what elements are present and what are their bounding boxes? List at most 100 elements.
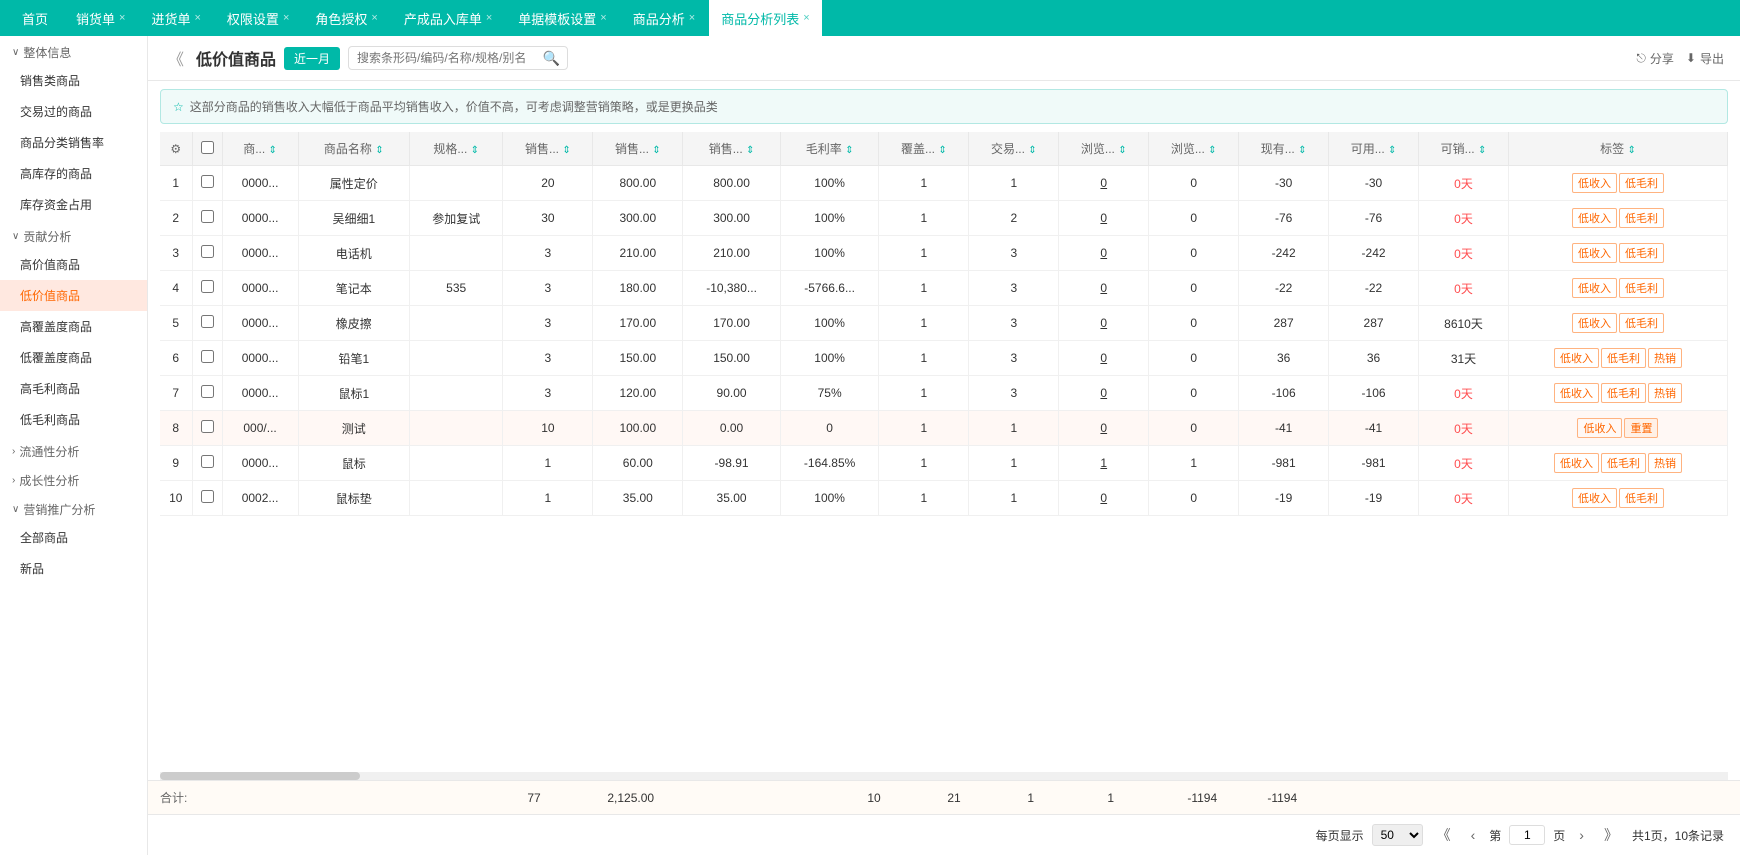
view-link[interactable]: 0 (1100, 316, 1107, 330)
nav-home[interactable]: 首页 (8, 0, 62, 36)
sidebar-item-high-coverage[interactable]: 高覆盖度商品 (0, 311, 147, 342)
sidebar-group-marketing[interactable]: ∨ 营销推广分析 (0, 493, 147, 522)
view-link[interactable]: 0 (1100, 421, 1107, 435)
row-checkbox[interactable] (201, 245, 214, 258)
sidebar-item-stock-capital[interactable]: 库存资金占用 (0, 189, 147, 220)
cell-view1[interactable]: 0 (1059, 236, 1149, 271)
cell-checkbox[interactable] (192, 201, 222, 236)
close-icon[interactable]: × (283, 12, 289, 24)
cell-view1[interactable]: 0 (1059, 201, 1149, 236)
cell-view1[interactable]: 0 (1059, 481, 1149, 516)
cell-view1[interactable]: 0 (1059, 166, 1149, 201)
th-code[interactable]: 商... ⇕ (222, 132, 298, 166)
row-checkbox[interactable] (201, 315, 214, 328)
close-icon[interactable]: × (119, 12, 125, 24)
cell-view1[interactable]: 0 (1059, 306, 1149, 341)
sidebar-group-contribution[interactable]: ∨ 贡献分析 (0, 220, 147, 249)
period-button[interactable]: 近一月 (284, 47, 340, 70)
th-view1[interactable]: 浏览... ⇕ (1059, 132, 1149, 166)
cell-checkbox[interactable] (192, 376, 222, 411)
cell-checkbox[interactable] (192, 306, 222, 341)
row-checkbox[interactable] (201, 455, 214, 468)
th-qty[interactable]: 销售... ⇕ (503, 132, 593, 166)
th-trade[interactable]: 交易... ⇕ (969, 132, 1059, 166)
sidebar-group-growth[interactable]: › 成长性分析 (0, 464, 147, 493)
sidebar-item-high-stock[interactable]: 高库存的商品 (0, 158, 147, 189)
cell-checkbox[interactable] (192, 236, 222, 271)
sidebar-group-flow[interactable]: › 流通性分析 (0, 435, 147, 464)
nav-tab-products[interactable]: 产成品入库单 × (392, 0, 504, 36)
row-checkbox[interactable] (201, 210, 214, 223)
nav-tab-sales[interactable]: 销货单 × (64, 0, 137, 36)
th-avg[interactable]: 销售... ⇕ (683, 132, 781, 166)
first-page-button[interactable]: 《 (1431, 823, 1457, 847)
share-button[interactable]: ⎋ 分享 (1636, 50, 1674, 67)
sidebar-item-high-value[interactable]: 高价值商品 (0, 249, 147, 280)
export-button[interactable]: ⬇ 导出 (1686, 50, 1724, 67)
row-checkbox[interactable] (201, 385, 214, 398)
cell-view1[interactable]: 0 (1059, 411, 1149, 446)
th-spec[interactable]: 规格... ⇕ (409, 132, 502, 166)
cell-view1[interactable]: 0 (1059, 341, 1149, 376)
close-icon[interactable]: × (803, 12, 809, 24)
view-link[interactable]: 0 (1100, 176, 1107, 190)
row-checkbox[interactable] (201, 490, 214, 503)
th-amt[interactable]: 销售... ⇕ (593, 132, 683, 166)
view-link[interactable]: 0 (1100, 351, 1107, 365)
row-checkbox[interactable] (201, 280, 214, 293)
sidebar-collapse-button[interactable]: 《 (164, 46, 188, 70)
horizontal-scrollbar[interactable] (160, 772, 1728, 780)
sidebar-item-all-goods[interactable]: 全部商品 (0, 522, 147, 553)
cell-checkbox[interactable] (192, 271, 222, 306)
th-avail[interactable]: 可用... ⇕ (1329, 132, 1419, 166)
close-icon[interactable]: × (689, 12, 695, 24)
cell-view1[interactable]: 0 (1059, 271, 1149, 306)
sidebar-item-high-profit[interactable]: 高毛利商品 (0, 373, 147, 404)
scrollbar-thumb[interactable] (160, 772, 360, 780)
close-icon[interactable]: × (486, 12, 492, 24)
close-icon[interactable]: × (371, 12, 377, 24)
nav-tab-analysis[interactable]: 商品分析 × (621, 0, 707, 36)
cell-checkbox[interactable] (192, 446, 222, 481)
nav-tab-permissions[interactable]: 权限设置 × (215, 0, 301, 36)
th-stock[interactable]: 现有... ⇕ (1239, 132, 1329, 166)
last-page-button[interactable]: 》 (1598, 823, 1624, 847)
view-link[interactable]: 1 (1100, 456, 1107, 470)
row-checkbox[interactable] (201, 350, 214, 363)
view-link[interactable]: 0 (1100, 281, 1107, 295)
nav-tab-purchase[interactable]: 进货单 × (139, 0, 212, 36)
sidebar-item-low-value[interactable]: 低价值商品 (0, 280, 147, 311)
sidebar-group-overview[interactable]: ∨ 整体信息 (0, 36, 147, 65)
sidebar-item-sales-goods[interactable]: 销售类商品 (0, 65, 147, 96)
page-number-input[interactable] (1509, 825, 1545, 845)
sidebar-item-category-sales[interactable]: 商品分类销售率 (0, 127, 147, 158)
cell-view1[interactable]: 0 (1059, 376, 1149, 411)
row-checkbox[interactable] (201, 175, 214, 188)
th-coverage[interactable]: 覆盖... ⇕ (879, 132, 969, 166)
search-input[interactable] (348, 46, 568, 70)
view-link[interactable]: 0 (1100, 211, 1107, 225)
close-icon[interactable]: × (600, 12, 606, 24)
nav-tab-analysis-list[interactable]: 商品分析列表 × (709, 0, 821, 36)
cell-checkbox[interactable] (192, 341, 222, 376)
view-link[interactable]: 0 (1100, 246, 1107, 260)
th-checkbox[interactable] (192, 132, 222, 166)
cell-view1[interactable]: 1 (1059, 446, 1149, 481)
prev-page-button[interactable]: ‹ (1465, 825, 1482, 845)
cell-checkbox[interactable] (192, 411, 222, 446)
th-profit-rate[interactable]: 毛利率 ⇕ (780, 132, 879, 166)
sidebar-item-new-goods[interactable]: 新品 (0, 553, 147, 584)
cell-checkbox[interactable] (192, 481, 222, 516)
sidebar-item-traded-goods[interactable]: 交易过的商品 (0, 96, 147, 127)
nav-tab-role[interactable]: 角色授权 × (303, 0, 389, 36)
sidebar-item-low-coverage[interactable]: 低覆盖度商品 (0, 342, 147, 373)
view-link[interactable]: 0 (1100, 386, 1107, 400)
nav-tab-template[interactable]: 单据模板设置 × (506, 0, 618, 36)
th-name[interactable]: 商品名称 ⇕ (298, 132, 409, 166)
cell-checkbox[interactable] (192, 166, 222, 201)
close-icon[interactable]: × (194, 12, 200, 24)
sidebar-item-low-profit[interactable]: 低毛利商品 (0, 404, 147, 435)
th-saleable[interactable]: 可销... ⇕ (1419, 132, 1509, 166)
select-all-checkbox[interactable] (201, 141, 214, 154)
view-link[interactable]: 0 (1100, 491, 1107, 505)
